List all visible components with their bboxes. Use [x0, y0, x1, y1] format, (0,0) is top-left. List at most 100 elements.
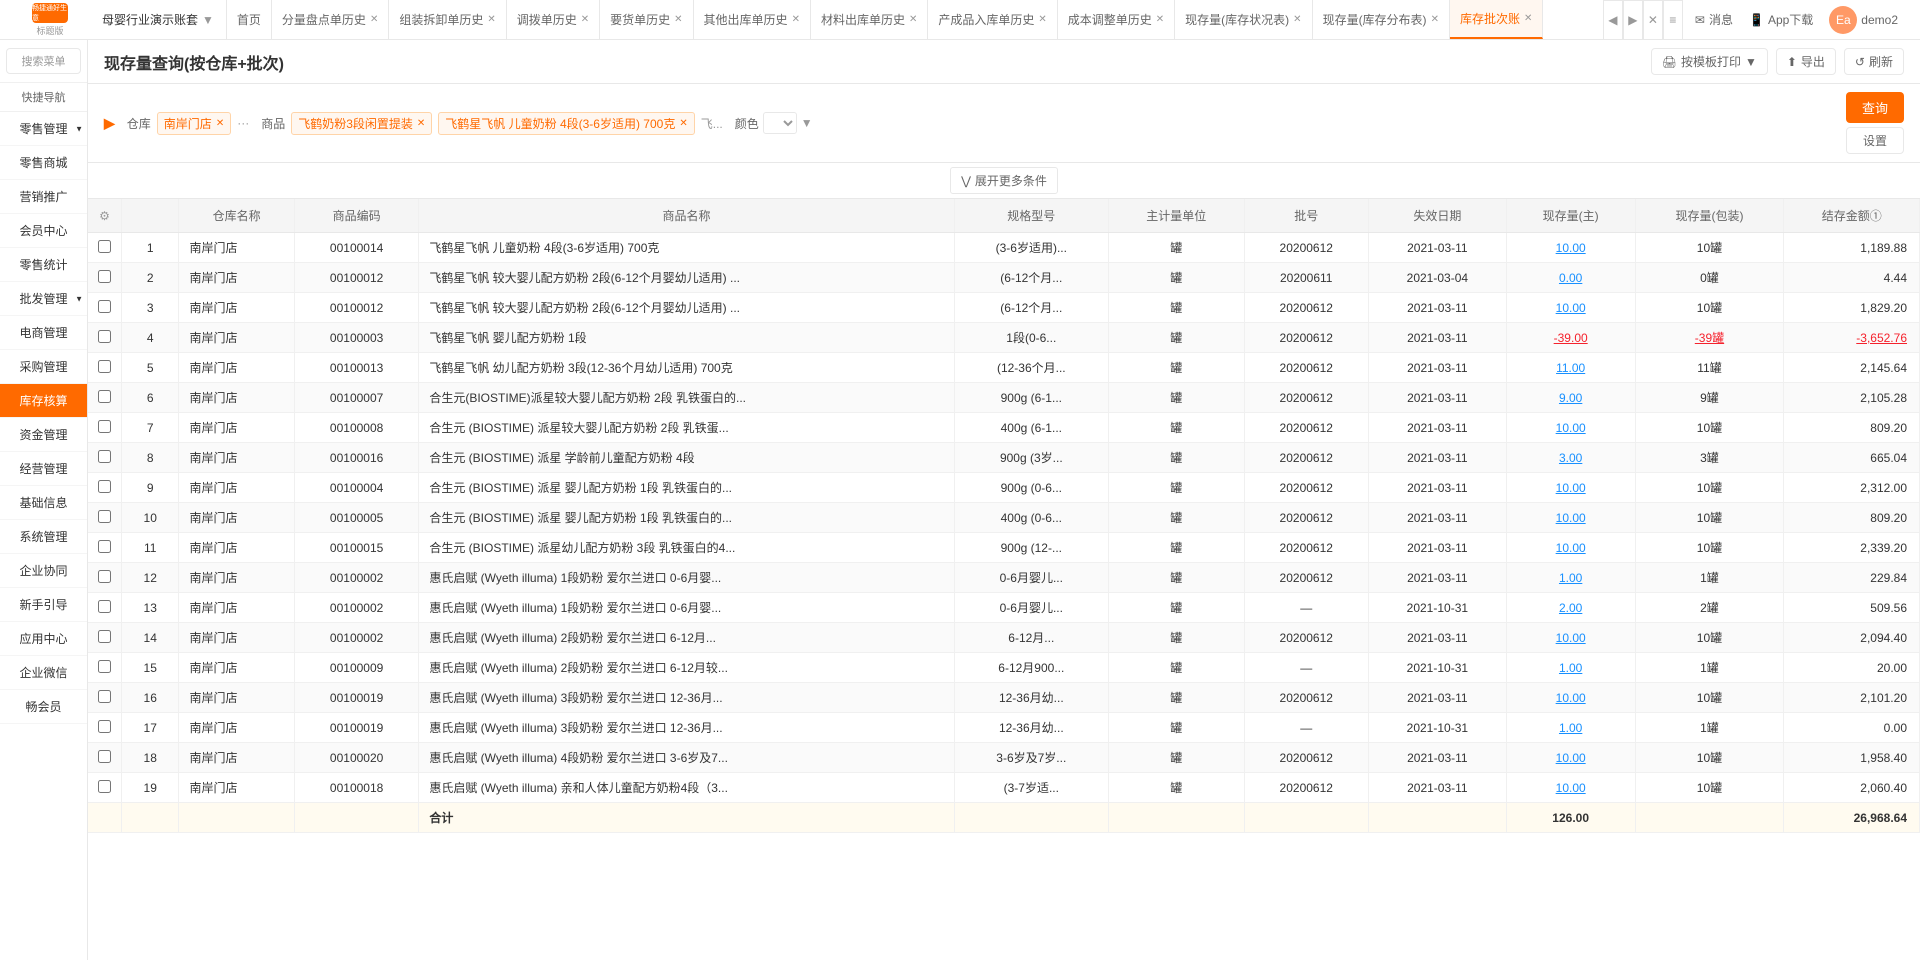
- td-stock-main[interactable]: 1.00: [1506, 713, 1635, 743]
- td-stock-main[interactable]: 3.00: [1506, 443, 1635, 473]
- td-stock-main[interactable]: 10.00: [1506, 623, 1635, 653]
- td-stock-main[interactable]: 11.00: [1506, 353, 1635, 383]
- app-download-btn[interactable]: 📱 App下载: [1749, 11, 1813, 28]
- td-stock-main[interactable]: 10.00: [1506, 503, 1635, 533]
- row-checkbox[interactable]: [98, 780, 111, 793]
- top-tab-产成品入库单历史[interactable]: 产成品入库单历史✕: [928, 0, 1057, 39]
- td-stock-main[interactable]: 10.00: [1506, 473, 1635, 503]
- row-checkbox[interactable]: [98, 570, 111, 583]
- row-checkbox[interactable]: [98, 270, 111, 283]
- tab-close-btn[interactable]: ✕: [909, 14, 917, 25]
- top-tab-现存量(库存分布表)[interactable]: 现存量(库存分布表)✕: [1313, 0, 1450, 39]
- tab-close-btn[interactable]: ✕: [581, 14, 589, 25]
- print-template-btn[interactable]: 🖨 按模板打印 ▼: [1651, 48, 1768, 75]
- product-tag-2-remove[interactable]: ✕: [679, 118, 687, 129]
- top-tab-组装拆卸单历史[interactable]: 组装拆卸单历史✕: [389, 0, 506, 39]
- sidebar-item-营销推广[interactable]: 营销推广: [0, 180, 87, 214]
- tab-close-btn[interactable]: ✕: [1431, 14, 1439, 25]
- th-settings[interactable]: ⚙: [88, 199, 122, 233]
- top-tab-成本调整单历史[interactable]: 成本调整单历史✕: [1058, 0, 1175, 39]
- sidebar-item-会员中心[interactable]: 会员中心: [0, 214, 87, 248]
- td-checkbox[interactable]: [88, 353, 122, 383]
- td-stock-main[interactable]: 1.00: [1506, 653, 1635, 683]
- sidebar-item-新手引导[interactable]: 新手引导: [0, 588, 87, 622]
- user-info[interactable]: Ea demo2: [1829, 6, 1898, 34]
- tab-close-arrow[interactable]: ✕: [1643, 0, 1663, 40]
- tab-menu-arrow[interactable]: ≡: [1663, 0, 1683, 40]
- tab-close-btn[interactable]: ✕: [1038, 14, 1046, 25]
- td-checkbox[interactable]: [88, 743, 122, 773]
- top-tab-现存量(库存状况表)[interactable]: 现存量(库存状况表)✕: [1175, 0, 1312, 39]
- td-checkbox[interactable]: [88, 683, 122, 713]
- sidebar-item-系统管理[interactable]: 系统管理: [0, 520, 87, 554]
- tab-prev-arrow[interactable]: ◀: [1603, 0, 1623, 40]
- sidebar-item-电商管理[interactable]: 电商管理: [0, 316, 87, 350]
- td-checkbox[interactable]: [88, 713, 122, 743]
- sidebar-item-企业微信[interactable]: 企业微信: [0, 656, 87, 690]
- td-checkbox[interactable]: [88, 383, 122, 413]
- td-checkbox[interactable]: [88, 503, 122, 533]
- td-checkbox[interactable]: [88, 443, 122, 473]
- query-btn[interactable]: 查询: [1846, 92, 1904, 123]
- row-checkbox[interactable]: [98, 300, 111, 313]
- export-btn[interactable]: ⬆ 导出: [1776, 48, 1836, 75]
- sidebar-item-库存核算[interactable]: 库存核算: [0, 384, 87, 418]
- row-checkbox[interactable]: [98, 360, 111, 373]
- td-stock-main[interactable]: 10.00: [1506, 233, 1635, 263]
- top-tab-首页[interactable]: 首页: [227, 0, 272, 39]
- row-checkbox[interactable]: [98, 330, 111, 343]
- product-tag-1-remove[interactable]: ✕: [417, 118, 425, 129]
- sidebar-item-资金管理[interactable]: 资金管理: [0, 418, 87, 452]
- td-stock-main[interactable]: 0.00: [1506, 263, 1635, 293]
- td-checkbox[interactable]: [88, 473, 122, 503]
- sidebar-item-零售商城[interactable]: 零售商城: [0, 146, 87, 180]
- sidebar-item-畅会员[interactable]: 畅会员: [0, 690, 87, 724]
- warehouse-more[interactable]: ···: [237, 116, 249, 130]
- warehouse-tag-remove[interactable]: ✕: [216, 118, 224, 129]
- top-tab-调拨单历史[interactable]: 调拨单历史✕: [507, 0, 600, 39]
- top-tab-库存批次账[interactable]: 库存批次账✕: [1450, 0, 1543, 39]
- row-checkbox[interactable]: [98, 690, 111, 703]
- sidebar-item-经营管理[interactable]: 经营管理: [0, 452, 87, 486]
- td-checkbox[interactable]: [88, 323, 122, 353]
- tab-close-btn[interactable]: ✕: [792, 14, 800, 25]
- td-checkbox[interactable]: [88, 593, 122, 623]
- sidebar-item-零售管理[interactable]: 零售管理: [0, 112, 87, 146]
- sidebar-item-采购管理[interactable]: 采购管理: [0, 350, 87, 384]
- row-checkbox[interactable]: [98, 660, 111, 673]
- td-checkbox[interactable]: [88, 623, 122, 653]
- tab-close-btn[interactable]: ✕: [674, 14, 682, 25]
- sidebar-item-应用中心[interactable]: 应用中心: [0, 622, 87, 656]
- td-checkbox[interactable]: [88, 653, 122, 683]
- top-tab-其他出库单历史[interactable]: 其他出库单历史✕: [694, 0, 811, 39]
- filter-collapse-icon[interactable]: ▶: [104, 115, 115, 132]
- sidebar-item-零售统计[interactable]: 零售统计: [0, 248, 87, 282]
- td-stock-main[interactable]: 10.00: [1506, 533, 1635, 563]
- td-stock-main[interactable]: 10.00: [1506, 293, 1635, 323]
- td-stock-main[interactable]: 9.00: [1506, 383, 1635, 413]
- row-checkbox[interactable]: [98, 420, 111, 433]
- row-checkbox[interactable]: [98, 540, 111, 553]
- td-checkbox[interactable]: [88, 233, 122, 263]
- search-menu-btn[interactable]: 搜索菜单: [6, 48, 81, 74]
- tab-close-btn[interactable]: ✕: [370, 14, 378, 25]
- product-tag-2[interactable]: 飞鹤星飞帆 儿童奶粉 4段(3-6岁适用) 700克 ✕: [438, 112, 694, 135]
- quick-nav-btn[interactable]: 快捷导航: [0, 83, 87, 112]
- td-checkbox[interactable]: [88, 773, 122, 803]
- td-checkbox[interactable]: [88, 533, 122, 563]
- product-tag-1[interactable]: 飞鹤奶粉3段闲置提装 ✕: [291, 112, 432, 135]
- sidebar-item-批发管理[interactable]: 批发管理: [0, 282, 87, 316]
- tab-close-btn[interactable]: ✕: [1293, 14, 1301, 25]
- td-stock-main[interactable]: -39.00: [1506, 323, 1635, 353]
- td-stock-main[interactable]: 10.00: [1506, 683, 1635, 713]
- row-checkbox[interactable]: [98, 390, 111, 403]
- tab-next-arrow[interactable]: ▶: [1623, 0, 1643, 40]
- sidebar-item-企业协同[interactable]: 企业协同: [0, 554, 87, 588]
- td-stock-main[interactable]: 10.00: [1506, 773, 1635, 803]
- tab-close-btn[interactable]: ✕: [487, 14, 495, 25]
- tab-close-btn[interactable]: ✕: [1156, 14, 1164, 25]
- industry-selector[interactable]: 母婴行业演示账套 ▼: [90, 0, 227, 39]
- settings-btn[interactable]: 设置: [1846, 127, 1904, 154]
- row-checkbox[interactable]: [98, 720, 111, 733]
- td-stock-main[interactable]: 10.00: [1506, 743, 1635, 773]
